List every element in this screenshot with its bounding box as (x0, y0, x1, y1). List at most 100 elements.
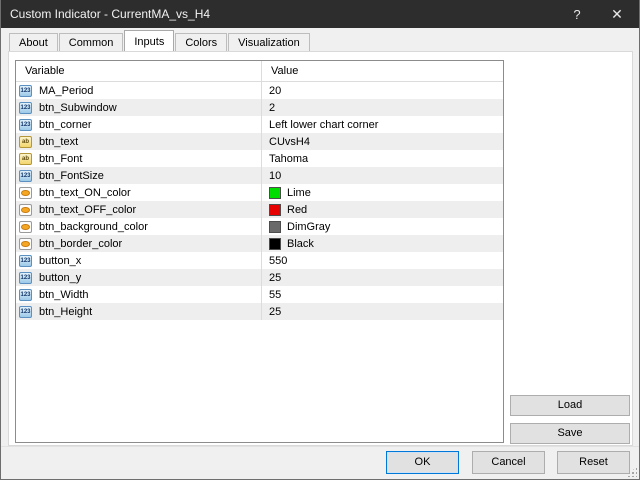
value-cell[interactable]: 550 (261, 252, 503, 269)
value-text: 20 (269, 84, 282, 97)
variable-cell: 123 button_x (16, 252, 261, 269)
value-text: 25 (269, 305, 282, 318)
variable-name: btn_text (39, 135, 79, 148)
table-row[interactable]: btn_background_color DimGray (16, 218, 503, 235)
numeric-param-icon: 123 (19, 101, 32, 114)
custom-indicator-dialog: Custom Indicator - CurrentMA_vs_H4 ? ✕ A… (0, 0, 640, 480)
value-cell[interactable]: 2 (261, 99, 503, 116)
value-text: Left lower chart corner (269, 118, 379, 131)
text-param-icon: ab (19, 135, 32, 148)
save-button[interactable]: Save (510, 423, 630, 444)
tab-common[interactable]: Common (58, 33, 124, 51)
value-text: Black (287, 237, 314, 250)
color-param-icon (19, 186, 32, 199)
color-swatch (269, 220, 281, 233)
table-row[interactable]: 123 btn_corner Left lower chart corner (16, 116, 503, 133)
table-row[interactable]: 123 MA_Period 20 (16, 82, 503, 99)
tab-visualization[interactable]: Visualization (228, 33, 310, 51)
variable-cell: btn_text_ON_color (16, 184, 261, 201)
table-row[interactable]: 123 btn_Subwindow 2 (16, 99, 503, 116)
tab-strip: About Common Inputs Colors Visualization (1, 28, 639, 51)
ok-button[interactable]: OK (386, 451, 459, 474)
value-cell[interactable]: 55 (261, 286, 503, 303)
value-cell[interactable]: Black (261, 235, 503, 252)
variable-name: btn_background_color (39, 220, 148, 233)
numeric-param-icon: 123 (19, 169, 32, 182)
value-text: Red (287, 203, 308, 216)
variable-name: btn_text_OFF_color (39, 203, 137, 216)
value-cell[interactable]: CUvsH4 (261, 133, 503, 150)
variable-cell: btn_border_color (16, 235, 261, 252)
value-cell[interactable]: 10 (261, 167, 503, 184)
table-row[interactable]: 123 btn_Width 55 (16, 286, 503, 303)
inputs-tab-page: Variable Value 123 MA_Period 20 123 btn_… (8, 51, 633, 446)
value-cell[interactable]: 25 (261, 303, 503, 320)
value-text: 550 (269, 254, 288, 267)
variable-name: btn_text_ON_color (39, 186, 131, 199)
parameters-table: Variable Value 123 MA_Period 20 123 btn_… (15, 60, 504, 443)
variable-name: btn_Width (39, 288, 89, 301)
help-button[interactable]: ? (557, 0, 597, 28)
variable-cell: 123 btn_Height (16, 303, 261, 320)
variable-cell: 123 btn_FontSize (16, 167, 261, 184)
table-row[interactable]: 123 btn_FontSize 10 (16, 167, 503, 184)
reset-button[interactable]: Reset (557, 451, 630, 474)
window-title: Custom Indicator - CurrentMA_vs_H4 (10, 7, 211, 21)
tab-inputs[interactable]: Inputs (124, 30, 175, 51)
table-header-row: Variable Value (16, 61, 503, 82)
variable-name: button_x (39, 254, 82, 267)
text-param-icon: ab (19, 152, 32, 165)
variable-name: btn_Subwindow (39, 101, 117, 114)
numeric-param-icon: 123 (19, 118, 32, 131)
close-button[interactable]: ✕ (597, 0, 637, 28)
numeric-param-icon: 123 (19, 271, 32, 284)
value-cell[interactable]: DimGray (261, 218, 503, 235)
value-cell[interactable]: Lime (261, 184, 503, 201)
table-row[interactable]: ab btn_text CUvsH4 (16, 133, 503, 150)
table-row[interactable]: btn_border_color Black (16, 235, 503, 252)
color-swatch (269, 203, 281, 216)
table-rows: 123 MA_Period 20 123 btn_Subwindow 2 123… (16, 82, 503, 320)
tab-colors[interactable]: Colors (175, 33, 228, 51)
variable-name: MA_Period (39, 84, 94, 97)
variable-cell: 123 MA_Period (16, 82, 261, 99)
variable-cell: 123 button_y (16, 269, 261, 286)
variable-name: btn_border_color (39, 237, 123, 250)
column-header-variable: Variable (25, 65, 65, 77)
value-text: Tahoma (269, 152, 309, 165)
value-text: 2 (269, 101, 276, 114)
variable-cell: ab btn_text (16, 133, 261, 150)
table-row[interactable]: btn_text_ON_color Lime (16, 184, 503, 201)
variable-cell: 123 btn_Subwindow (16, 99, 261, 116)
value-cell[interactable]: Red (261, 201, 503, 218)
table-row[interactable]: ab btn_Font Tahoma (16, 150, 503, 167)
variable-cell: 123 btn_corner (16, 116, 261, 133)
variable-cell: ab btn_Font (16, 150, 261, 167)
variable-name: btn_Height (39, 305, 93, 318)
value-text: CUvsH4 (269, 135, 310, 148)
value-cell[interactable]: 25 (261, 269, 503, 286)
table-row[interactable]: 123 button_x 550 (16, 252, 503, 269)
value-cell[interactable]: Tahoma (261, 150, 503, 167)
load-button[interactable]: Load (510, 395, 630, 416)
table-row[interactable]: 123 button_y 25 (16, 269, 503, 286)
value-text: 55 (269, 288, 282, 301)
value-text: 25 (269, 271, 282, 284)
variable-name: button_y (39, 271, 82, 284)
close-icon: ✕ (611, 5, 623, 22)
numeric-param-icon: 123 (19, 84, 32, 97)
color-swatch (269, 186, 281, 199)
table-row[interactable]: btn_text_OFF_color Red (16, 201, 503, 218)
tab-about[interactable]: About (9, 33, 58, 51)
value-cell[interactable]: 20 (261, 82, 503, 99)
title-bar: Custom Indicator - CurrentMA_vs_H4 ? ✕ (1, 0, 639, 28)
color-swatch (269, 237, 281, 250)
value-cell[interactable]: Left lower chart corner (261, 116, 503, 133)
color-param-icon (19, 220, 32, 233)
cancel-button[interactable]: Cancel (472, 451, 545, 474)
value-text: DimGray (287, 220, 331, 233)
variable-cell: btn_background_color (16, 218, 261, 235)
column-header-value: Value (261, 61, 503, 81)
table-row[interactable]: 123 btn_Height 25 (16, 303, 503, 320)
numeric-param-icon: 123 (19, 305, 32, 318)
